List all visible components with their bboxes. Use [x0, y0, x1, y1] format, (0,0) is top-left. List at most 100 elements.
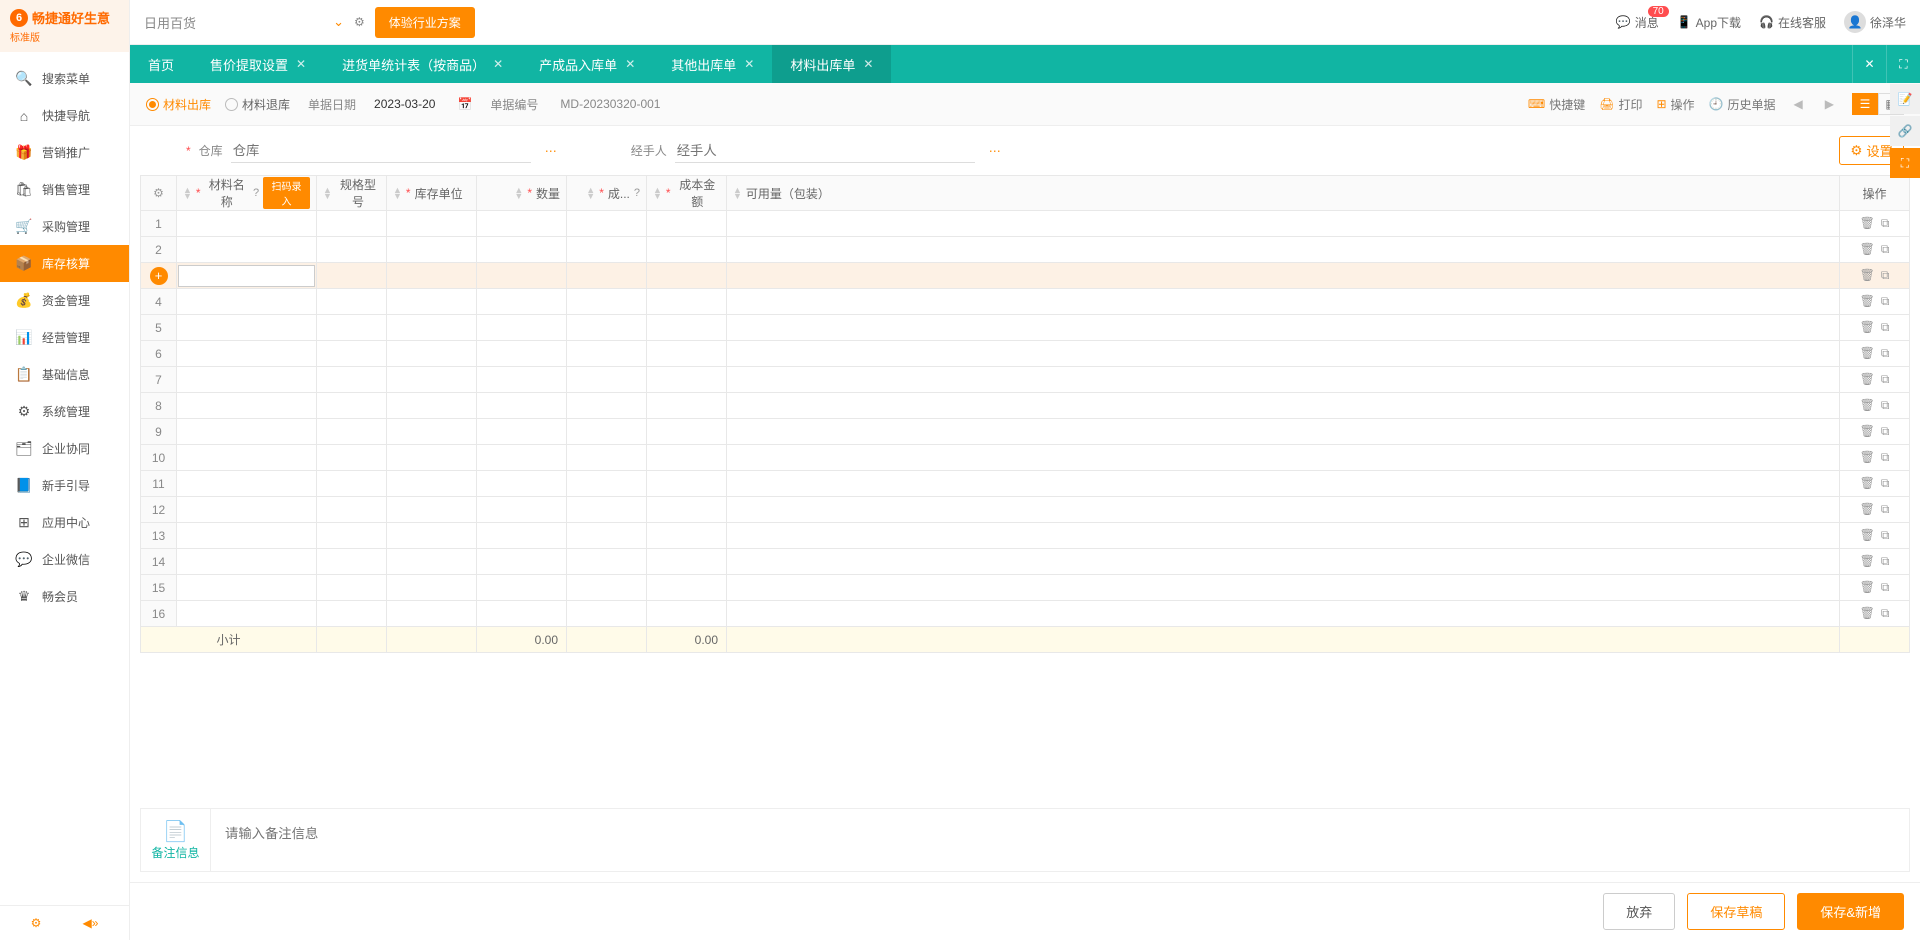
- handler-picker-icon[interactable]: ⋯: [983, 144, 1007, 158]
- delete-icon[interactable]: 🗑: [1860, 294, 1875, 308]
- delete-icon[interactable]: 🗑: [1860, 528, 1875, 542]
- col-cost[interactable]: ▲▼*成...?: [567, 176, 647, 211]
- nav-item-0[interactable]: 🔍搜索菜单: [0, 60, 129, 97]
- delete-icon[interactable]: 🗑: [1860, 346, 1875, 360]
- col-qty[interactable]: ▲▼*数量: [477, 176, 567, 211]
- scan-chip[interactable]: 扫码录入: [263, 177, 310, 209]
- copy-icon[interactable]: ⧉: [1881, 268, 1890, 282]
- warehouse-picker-icon[interactable]: ⋯: [539, 144, 563, 158]
- history-button[interactable]: 🕘历史单据: [1709, 96, 1776, 113]
- col-config[interactable]: ⚙: [141, 176, 177, 211]
- close-icon[interactable]: ✕: [863, 57, 873, 71]
- prev-doc-icon[interactable]: ◀: [1790, 97, 1807, 111]
- col-material[interactable]: ▲▼*材料名称?扫码录入: [177, 176, 317, 211]
- close-icon[interactable]: ✕: [296, 57, 306, 71]
- calendar-icon[interactable]: 📅: [457, 97, 472, 111]
- tab-5[interactable]: 材料出库单✕: [772, 45, 891, 83]
- help-icon[interactable]: ?: [253, 187, 259, 199]
- tab-close-all-icon[interactable]: ✕: [1852, 45, 1886, 83]
- discard-button[interactable]: 放弃: [1603, 893, 1675, 930]
- copy-icon[interactable]: ⧉: [1881, 216, 1890, 230]
- copy-icon[interactable]: ⧉: [1881, 528, 1890, 542]
- nav-item-2[interactable]: 🎁营销推广: [0, 134, 129, 171]
- nav-item-11[interactable]: 📘新手引导: [0, 467, 129, 504]
- col-unit[interactable]: ▲▼*库存单位: [387, 176, 477, 211]
- nav-item-1[interactable]: ⌂快捷导航: [0, 97, 129, 134]
- help-icon[interactable]: ?: [634, 187, 640, 199]
- rail-expand-icon[interactable]: ⛶: [1890, 148, 1920, 178]
- operation-button[interactable]: ⊞操作: [1656, 96, 1694, 113]
- rail-link-icon[interactable]: 🔗: [1890, 116, 1920, 146]
- close-icon[interactable]: ✕: [744, 57, 754, 71]
- copy-icon[interactable]: ⧉: [1881, 502, 1890, 516]
- save-draft-button[interactable]: 保存草稿: [1687, 893, 1785, 930]
- tab-2[interactable]: 进货单统计表（按商品）✕: [324, 45, 521, 83]
- tab-expand-icon[interactable]: ⛶: [1886, 45, 1920, 83]
- close-icon[interactable]: ✕: [493, 57, 503, 71]
- print-button[interactable]: 🖨打印: [1599, 96, 1642, 113]
- tab-3[interactable]: 产成品入库单✕: [521, 45, 653, 83]
- nav-item-3[interactable]: 🛍销售管理: [0, 171, 129, 208]
- category-dropdown[interactable]: 日用百货 ⌄: [144, 13, 344, 32]
- collapse-icon[interactable]: ◀»: [83, 916, 99, 930]
- messages-link[interactable]: 💬 消息 70: [1616, 14, 1659, 31]
- tab-1[interactable]: 售价提取设置✕: [192, 45, 324, 83]
- copy-icon[interactable]: ⧉: [1881, 320, 1890, 334]
- nav-item-10[interactable]: 🗂企业协同: [0, 430, 129, 467]
- delete-icon[interactable]: 🗑: [1860, 606, 1875, 620]
- copy-icon[interactable]: ⧉: [1881, 398, 1890, 412]
- rail-note-icon[interactable]: 📝: [1890, 84, 1920, 114]
- nav-item-12[interactable]: ⊞应用中心: [0, 504, 129, 541]
- date-value[interactable]: 2023-03-20: [374, 97, 435, 111]
- radio-material-return[interactable]: 材料退库: [225, 96, 290, 113]
- nav-item-7[interactable]: 📊经营管理: [0, 319, 129, 356]
- user-menu[interactable]: 👤 徐泽华: [1844, 11, 1906, 33]
- copy-icon[interactable]: ⧉: [1881, 476, 1890, 490]
- copy-icon[interactable]: ⧉: [1881, 346, 1890, 360]
- handler-input[interactable]: [675, 139, 975, 163]
- remark-input[interactable]: [211, 809, 1909, 871]
- support-link[interactable]: 🎧 在线客服: [1759, 14, 1826, 31]
- nav-item-4[interactable]: 🛒采购管理: [0, 208, 129, 245]
- copy-icon[interactable]: ⧉: [1881, 606, 1890, 620]
- nav-item-6[interactable]: 💰资金管理: [0, 282, 129, 319]
- app-download-link[interactable]: 📱 App下载: [1677, 14, 1741, 31]
- tab-4[interactable]: 其他出库单✕: [653, 45, 772, 83]
- gear-icon[interactable]: ⚙: [354, 15, 365, 29]
- delete-icon[interactable]: 🗑: [1860, 372, 1875, 386]
- nav-item-9[interactable]: ⚙系统管理: [0, 393, 129, 430]
- delete-icon[interactable]: 🗑: [1860, 320, 1875, 334]
- save-new-button[interactable]: 保存&新增: [1797, 893, 1904, 930]
- nav-item-8[interactable]: 📋基础信息: [0, 356, 129, 393]
- delete-icon[interactable]: 🗑: [1860, 580, 1875, 594]
- next-doc-icon[interactable]: ▶: [1821, 97, 1838, 111]
- col-avail[interactable]: ▲▼可用量（包装）: [727, 176, 1840, 211]
- copy-icon[interactable]: ⧉: [1881, 294, 1890, 308]
- view-list-icon[interactable]: ☰: [1852, 93, 1878, 115]
- copy-icon[interactable]: ⧉: [1881, 372, 1890, 386]
- settings-icon[interactable]: ⚙: [31, 916, 42, 930]
- delete-icon[interactable]: 🗑: [1860, 216, 1875, 230]
- cta-button[interactable]: 体验行业方案: [375, 7, 475, 38]
- delete-icon[interactable]: 🗑: [1860, 476, 1875, 490]
- copy-icon[interactable]: ⧉: [1881, 580, 1890, 594]
- delete-icon[interactable]: 🗑: [1860, 268, 1875, 282]
- copy-icon[interactable]: ⧉: [1881, 450, 1890, 464]
- shortcut-button[interactable]: ⌨快捷键: [1528, 96, 1585, 113]
- warehouse-input[interactable]: [231, 139, 531, 163]
- delete-icon[interactable]: 🗑: [1860, 450, 1875, 464]
- copy-icon[interactable]: ⧉: [1881, 554, 1890, 568]
- col-spec[interactable]: ▲▼规格型号: [317, 176, 387, 211]
- add-row-icon[interactable]: +: [150, 267, 168, 285]
- delete-icon[interactable]: 🗑: [1860, 398, 1875, 412]
- tab-0[interactable]: 首页: [130, 45, 192, 83]
- delete-icon[interactable]: 🗑: [1860, 242, 1875, 256]
- delete-icon[interactable]: 🗑: [1860, 502, 1875, 516]
- delete-icon[interactable]: 🗑: [1860, 424, 1875, 438]
- copy-icon[interactable]: ⧉: [1881, 424, 1890, 438]
- radio-material-out[interactable]: 材料出库: [146, 96, 211, 113]
- delete-icon[interactable]: 🗑: [1860, 554, 1875, 568]
- close-icon[interactable]: ✕: [625, 57, 635, 71]
- col-cost-amt[interactable]: ▲▼*成本金额: [647, 176, 727, 211]
- material-input[interactable]: [178, 265, 315, 287]
